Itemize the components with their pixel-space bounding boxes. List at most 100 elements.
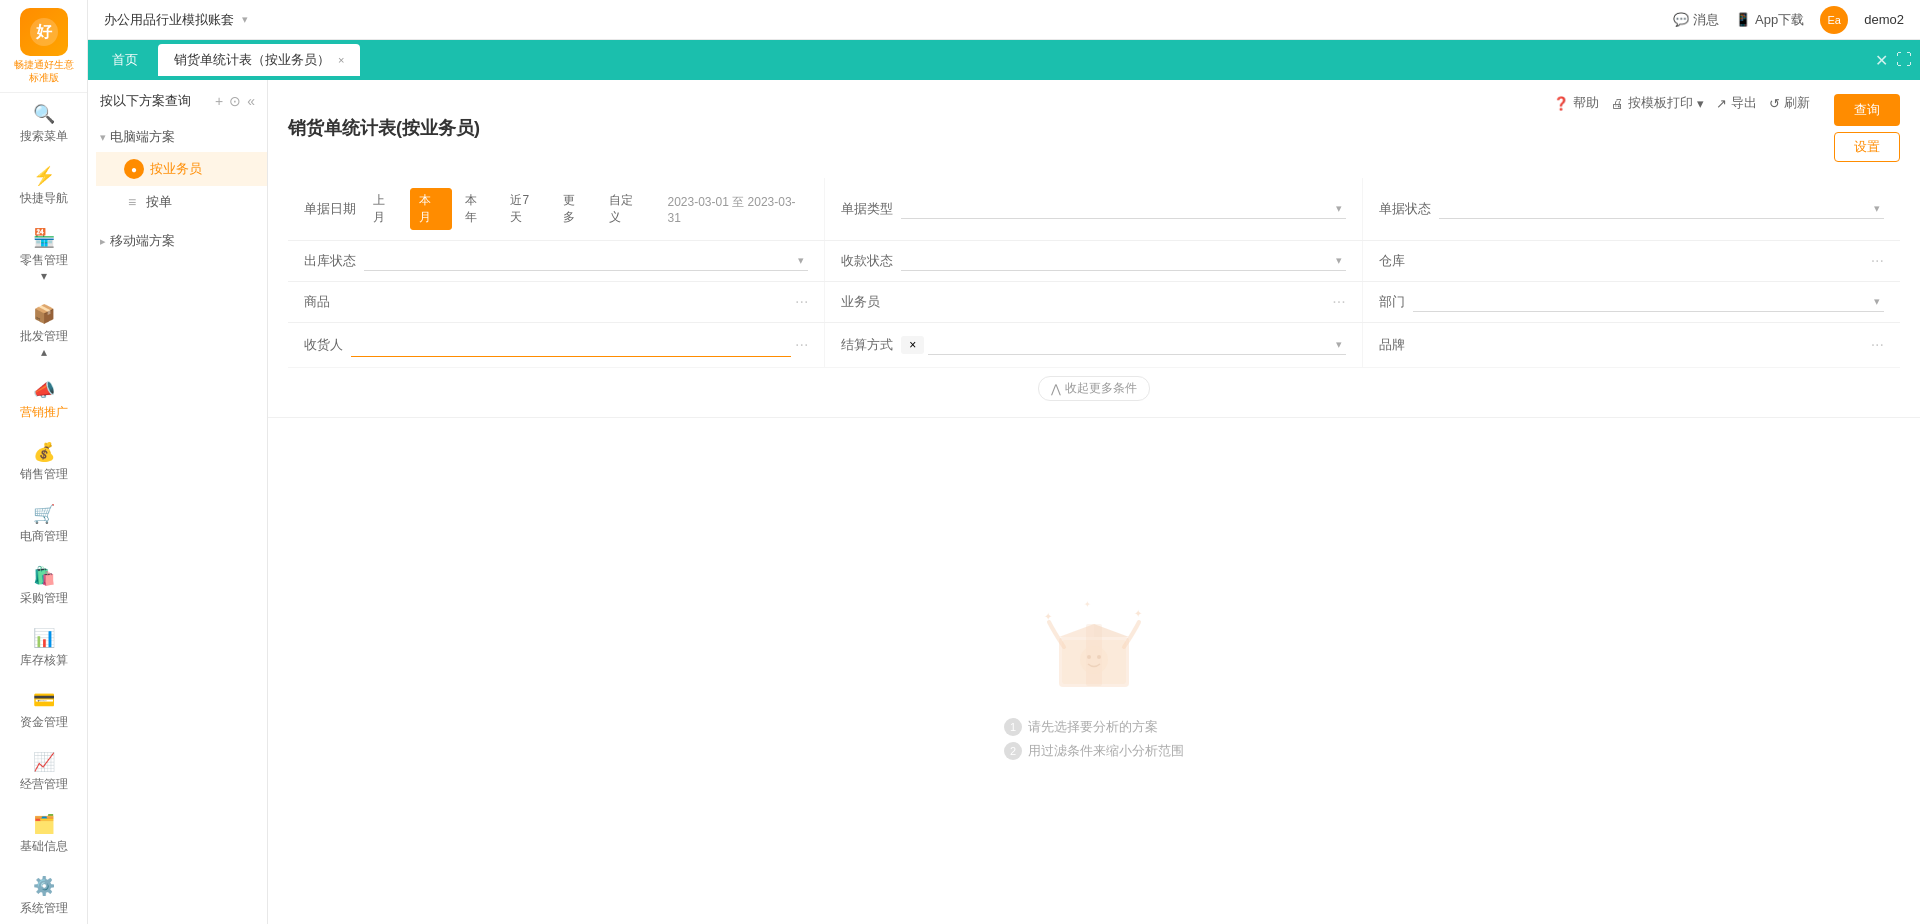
retail-icon: 🏪 bbox=[33, 227, 55, 249]
app-dropdown-arrow[interactable]: ▾ bbox=[242, 13, 248, 26]
date-tab-custom[interactable]: 自定义 bbox=[600, 188, 654, 230]
collapse-button[interactable]: ⋀ 收起更多条件 bbox=[1038, 376, 1150, 401]
scheme-item-order[interactable]: ≡ 按单 bbox=[96, 186, 267, 218]
settlement-tag: × bbox=[901, 336, 924, 354]
storage-select[interactable]: ▾ bbox=[364, 251, 808, 271]
sidebar-item-quick-nav[interactable]: ⚡ 快捷导航 bbox=[0, 155, 87, 217]
empty-tip-1: 1 请先选择要分析的方案 bbox=[1004, 718, 1184, 736]
sidebar-item-finance[interactable]: 💳 资金管理 bbox=[0, 679, 87, 741]
app-download-button[interactable]: 📱 App下载 bbox=[1735, 11, 1804, 29]
message-icon: 💬 bbox=[1673, 12, 1689, 27]
svg-point-6 bbox=[1087, 655, 1091, 659]
filter-cell-doc-type: 单据类型 ▾ bbox=[825, 178, 1362, 240]
doc-status-select[interactable]: ▾ bbox=[1439, 199, 1884, 219]
left-panel-actions: + ⊙ « bbox=[215, 93, 255, 109]
scheme-sub-desktop: ● 按业务员 ≡ 按单 bbox=[88, 152, 267, 218]
doc-type-select[interactable]: ▾ bbox=[901, 199, 1345, 219]
brand-dots[interactable]: ··· bbox=[1871, 336, 1884, 354]
sidebar-item-inventory[interactable]: 📊 库存核算 bbox=[0, 617, 87, 679]
purchase-icon: 🛍️ bbox=[33, 565, 55, 587]
page-title: 销货单统计表(按业务员) bbox=[288, 116, 480, 140]
filter-row-1: 单据日期 上月 本月 本年 近7天 更多 自定义 2023-03-01 至 20… bbox=[288, 178, 1900, 241]
date-tab-more[interactable]: 更多 bbox=[554, 188, 596, 230]
sidebar-item-operations[interactable]: 📈 经营管理 bbox=[0, 741, 87, 803]
svg-text:✦: ✦ bbox=[1044, 611, 1052, 622]
sidebar-item-basics[interactable]: 🗂️ 基础信息 bbox=[0, 803, 87, 865]
filter-area: 单据日期 上月 本月 本年 近7天 更多 自定义 2023-03-01 至 20… bbox=[268, 170, 1920, 418]
payment-select[interactable]: ▾ bbox=[901, 251, 1345, 271]
warehouse-dots[interactable]: ··· bbox=[1871, 252, 1884, 270]
user-name[interactable]: demo2 bbox=[1864, 12, 1904, 27]
tip-1-text: 请先选择要分析的方案 bbox=[1028, 718, 1158, 736]
message-button[interactable]: 💬 消息 bbox=[1673, 11, 1719, 29]
help-icon: ❓ bbox=[1553, 96, 1569, 111]
sidebar-item-wholesale[interactable]: 📦 批发管理 ▴ bbox=[0, 293, 87, 369]
warehouse-label: 仓库 bbox=[1379, 252, 1405, 270]
filter-row-3: 商品 ··· 业务员 ··· 部门 bbox=[288, 282, 1900, 323]
export-icon: ↗ bbox=[1716, 96, 1727, 111]
filter-cell-goods: 商品 ··· bbox=[288, 282, 825, 322]
edit-scheme-button[interactable]: ⊙ bbox=[229, 93, 241, 109]
avatar[interactable]: Ea bbox=[1820, 6, 1848, 34]
date-filter-control: 上月 本月 本年 近7天 更多 自定义 2023-03-01 至 2023-03… bbox=[364, 188, 808, 230]
collapse-panel-button[interactable]: « bbox=[247, 93, 255, 109]
date-range-display: 2023-03-01 至 2023-03-31 bbox=[667, 194, 808, 225]
tab-maximize-icon[interactable]: ⛶ bbox=[1896, 51, 1912, 69]
date-tab-7days[interactable]: 近7天 bbox=[501, 188, 549, 230]
left-panel: 按以下方案查询 + ⊙ « ▾ 电脑端方案 ● 按业务员 bbox=[88, 80, 268, 924]
consignee-dots[interactable]: ··· bbox=[795, 336, 808, 354]
tab-close-all-icon[interactable]: ✕ bbox=[1875, 51, 1888, 70]
query-button[interactable]: 查询 bbox=[1834, 94, 1900, 126]
dept-select[interactable]: ▾ bbox=[1413, 292, 1884, 312]
filter-cell-date: 单据日期 上月 本月 本年 近7天 更多 自定义 2023-03-01 至 20… bbox=[288, 178, 825, 240]
print-button[interactable]: 🖨 按模板打印 ▾ bbox=[1611, 94, 1704, 112]
settlement-control: × ▾ bbox=[901, 335, 1345, 355]
sidebar-item-label: 采购管理 bbox=[20, 590, 68, 607]
settings-button[interactable]: 设置 bbox=[1834, 132, 1900, 162]
filter-cell-consignee: 收货人 ··· bbox=[288, 323, 825, 367]
date-tab-this-year[interactable]: 本年 bbox=[456, 188, 498, 230]
ecommerce-icon: 🛒 bbox=[33, 503, 55, 525]
tab-close-icon[interactable]: × bbox=[338, 54, 344, 66]
date-tab-this-month[interactable]: 本月 bbox=[410, 188, 452, 230]
tab-sales-stats[interactable]: 销货单统计表（按业务员） × bbox=[158, 44, 360, 76]
main-area: 办公用品行业模拟账套 ▾ 💬 消息 📱 App下载 Ea demo2 首页 销货… bbox=[88, 0, 1920, 924]
sidebar-item-retail[interactable]: 🏪 零售管理 ▾ bbox=[0, 217, 87, 293]
folder-mobile[interactable]: ▸ 移动端方案 bbox=[88, 226, 267, 256]
settlement-label: 结算方式 bbox=[841, 336, 893, 354]
tab-home-label: 首页 bbox=[112, 51, 138, 69]
salesperson-label: 业务员 bbox=[841, 293, 880, 311]
app-dropdown-label[interactable]: 办公用品行业模拟账套 bbox=[104, 11, 234, 29]
consignee-input[interactable] bbox=[351, 333, 791, 357]
sidebar-item-label: 搜索菜单 bbox=[20, 128, 68, 145]
doc-type-arrow: ▾ bbox=[1336, 202, 1342, 215]
goods-dots[interactable]: ··· bbox=[795, 293, 808, 311]
sidebar-item-marketing[interactable]: 📣 营销推广 bbox=[0, 369, 87, 431]
folder-desktop[interactable]: ▾ 电脑端方案 bbox=[88, 122, 267, 152]
scheme-item-salesperson-label: 按业务员 bbox=[150, 160, 202, 178]
salesperson-dots[interactable]: ··· bbox=[1332, 293, 1345, 311]
sidebar-item-sales[interactable]: 💰 销售管理 bbox=[0, 431, 87, 493]
sidebar-item-ecommerce[interactable]: 🛒 电商管理 bbox=[0, 493, 87, 555]
date-tab-last-month[interactable]: 上月 bbox=[364, 188, 406, 230]
help-button[interactable]: ❓ 帮助 bbox=[1553, 94, 1599, 112]
top-header-right: 💬 消息 📱 App下载 Ea demo2 bbox=[1673, 6, 1904, 34]
sidebar-item-system[interactable]: ⚙️ 系统管理 bbox=[0, 865, 87, 924]
sidebar-item-purchase[interactable]: 🛍️ 采购管理 bbox=[0, 555, 87, 617]
sidebar-item-search[interactable]: 🔍 搜索菜单 bbox=[0, 93, 87, 155]
svg-point-7 bbox=[1097, 655, 1101, 659]
settlement-tag-close[interactable]: × bbox=[909, 338, 916, 352]
refresh-button[interactable]: ↺ 刷新 bbox=[1769, 94, 1810, 112]
sidebar-item-label: 资金管理 bbox=[20, 714, 68, 731]
tab-home[interactable]: 首页 bbox=[96, 44, 154, 76]
right-content: 销货单统计表(按业务员) ❓ 帮助 🖨 按模板打印 ▾ ↗ bbox=[268, 80, 1920, 924]
add-scheme-button[interactable]: + bbox=[215, 93, 223, 109]
retail-expand-icon: ▾ bbox=[41, 269, 47, 283]
salesperson-control: ··· bbox=[888, 293, 1345, 311]
scheme-item-salesperson[interactable]: ● 按业务员 bbox=[96, 152, 267, 186]
filter-cell-storage: 出库状态 ▾ bbox=[288, 241, 825, 281]
svg-text:✦: ✦ bbox=[1084, 600, 1091, 609]
settlement-select[interactable]: ▾ bbox=[928, 335, 1345, 355]
export-button[interactable]: ↗ 导出 bbox=[1716, 94, 1757, 112]
folder-mobile-arrow: ▸ bbox=[100, 235, 106, 248]
